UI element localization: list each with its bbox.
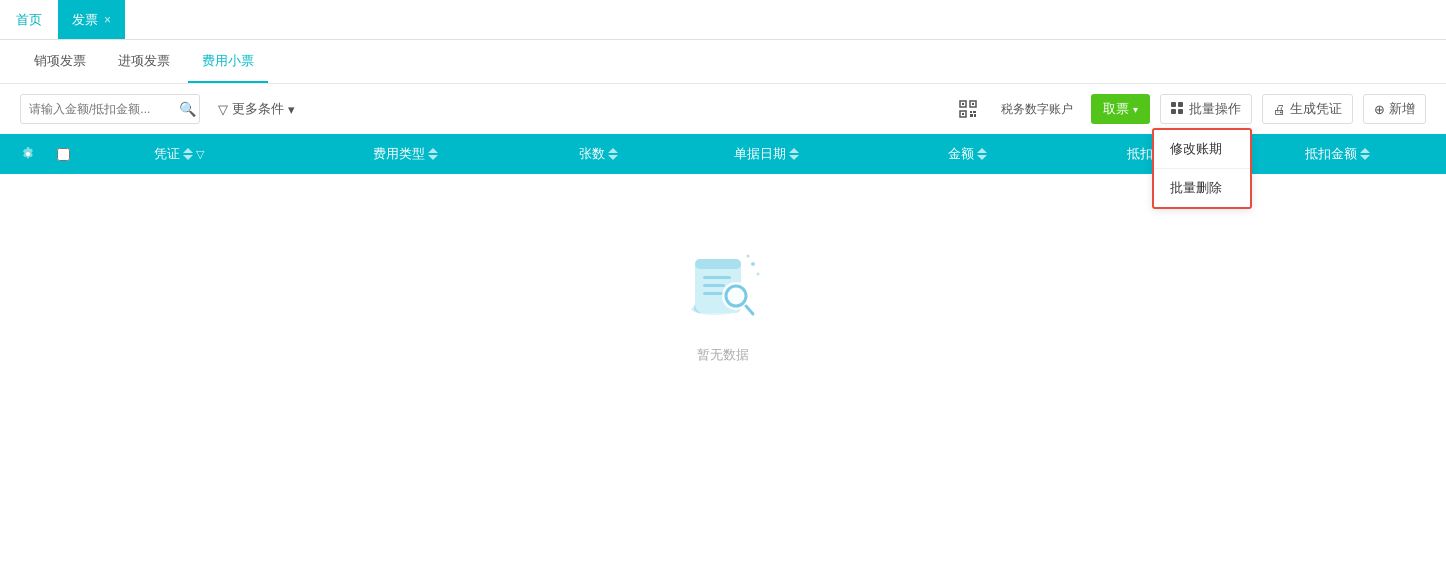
th-checkbox[interactable] — [48, 148, 78, 161]
invoice-tab-close[interactable]: × — [104, 13, 111, 27]
dropdown-item-batch-delete[interactable]: 批量删除 — [1154, 168, 1250, 207]
th-count[interactable]: 张数 — [531, 145, 665, 163]
top-nav: 首页 发票 × — [0, 0, 1446, 40]
th-expense-type-label: 费用类型 — [373, 145, 425, 163]
gen-voucher-button[interactable]: 🖨 生成凭证 — [1262, 94, 1353, 124]
th-voucher-label: 凭证 — [154, 145, 180, 163]
count-sort-icon — [608, 148, 618, 160]
tax-account-button[interactable]: 税务数字账户 — [993, 94, 1081, 124]
svg-rect-1 — [962, 103, 964, 105]
th-deduct-amount-label: 抵扣金额 — [1305, 145, 1357, 163]
date-sort-icon — [789, 148, 799, 160]
toolbar: 🔍 ▽ 更多条件 ▾ — [0, 84, 1446, 134]
toolbar-right: 税务数字账户 取票 ▾ 批量操作 — [953, 94, 1426, 124]
amount-sort-icon — [977, 148, 987, 160]
svg-rect-9 — [974, 114, 976, 117]
filter-chevron-icon: ▾ — [288, 102, 295, 117]
svg-line-22 — [746, 306, 753, 314]
empty-state-icon — [673, 234, 773, 334]
deduct-amount-sort-icon — [1360, 148, 1370, 160]
svg-point-23 — [751, 262, 755, 266]
th-date[interactable]: 单据日期 — [666, 145, 867, 163]
filter-icon: ▽ — [218, 102, 228, 117]
nav-home[interactable]: 首页 — [0, 0, 58, 39]
th-amount-label: 金额 — [948, 145, 974, 163]
svg-rect-10 — [1171, 102, 1176, 107]
svg-rect-7 — [973, 111, 976, 113]
gen-voucher-icon: 🖨 — [1273, 102, 1286, 117]
dropdown-item-modify-period[interactable]: 修改账期 — [1154, 130, 1250, 168]
select-all-checkbox[interactable] — [57, 148, 70, 161]
sub-tabs: 销项发票 进项发票 费用小票 — [0, 40, 1446, 84]
batch-icon — [1171, 102, 1185, 116]
svg-rect-3 — [972, 103, 974, 105]
th-date-label: 单据日期 — [734, 145, 786, 163]
search-input-wrap[interactable]: 🔍 — [20, 94, 200, 124]
th-voucher-filter-icon[interactable]: ▽ — [196, 148, 204, 161]
th-setting[interactable] — [8, 146, 48, 162]
th-expense-type[interactable]: 费用类型 — [279, 145, 531, 163]
empty-state: 暂无数据 — [0, 174, 1446, 424]
svg-point-25 — [747, 255, 750, 258]
qr-icon — [959, 100, 977, 118]
take-invoice-label: 取票 — [1103, 100, 1129, 118]
svg-rect-13 — [1178, 109, 1183, 114]
filter-button[interactable]: ▽ 更多条件 ▾ — [210, 94, 303, 124]
batch-op-wrapper: 批量操作 修改账期 批量删除 — [1160, 94, 1252, 124]
svg-rect-16 — [695, 259, 741, 269]
take-invoice-button[interactable]: 取票 ▾ — [1091, 94, 1150, 124]
svg-rect-11 — [1178, 102, 1183, 107]
th-amount[interactable]: 金额 — [867, 145, 1068, 163]
invoice-tab[interactable]: 发票 × — [58, 0, 125, 39]
main-area: 销项发票 进项发票 费用小票 🔍 ▽ 更多条件 ▾ — [0, 40, 1446, 584]
invoice-tab-label: 发票 — [72, 11, 98, 29]
tab-sales-invoice[interactable]: 销项发票 — [20, 40, 100, 83]
th-voucher[interactable]: 凭证 ▽ — [78, 145, 279, 163]
th-deduct-amount[interactable]: 抵扣金额 — [1237, 145, 1438, 163]
batch-op-label: 批量操作 — [1189, 100, 1241, 118]
take-invoice-chevron-icon: ▾ — [1133, 104, 1138, 115]
add-button[interactable]: ⊕ 新增 — [1363, 94, 1426, 124]
add-label: 新增 — [1389, 100, 1415, 118]
svg-rect-17 — [703, 276, 731, 279]
svg-point-24 — [757, 273, 760, 276]
tab-expense-receipt[interactable]: 费用小票 — [188, 40, 268, 83]
svg-rect-6 — [970, 111, 972, 113]
svg-rect-12 — [1171, 109, 1176, 114]
th-count-label: 张数 — [579, 145, 605, 163]
settings-icon — [20, 146, 36, 162]
empty-state-label: 暂无数据 — [697, 346, 749, 364]
voucher-sort-icon — [183, 148, 193, 160]
add-icon: ⊕ — [1374, 102, 1385, 117]
tax-account-label: 税务数字账户 — [1001, 101, 1073, 118]
search-input[interactable] — [29, 102, 179, 116]
svg-rect-5 — [962, 113, 964, 115]
qr-button[interactable] — [953, 94, 983, 124]
svg-rect-18 — [703, 284, 725, 287]
toolbar-left: 🔍 ▽ 更多条件 ▾ — [20, 94, 303, 124]
tab-purchase-invoice[interactable]: 进项发票 — [104, 40, 184, 83]
batch-op-dropdown: 修改账期 批量删除 — [1152, 128, 1252, 209]
filter-label: 更多条件 — [232, 100, 284, 118]
svg-rect-8 — [970, 114, 973, 117]
search-icon[interactable]: 🔍 — [179, 101, 196, 117]
gen-voucher-label: 生成凭证 — [1290, 100, 1342, 118]
batch-op-button[interactable]: 批量操作 — [1160, 94, 1252, 124]
expense-type-sort-icon — [428, 148, 438, 160]
